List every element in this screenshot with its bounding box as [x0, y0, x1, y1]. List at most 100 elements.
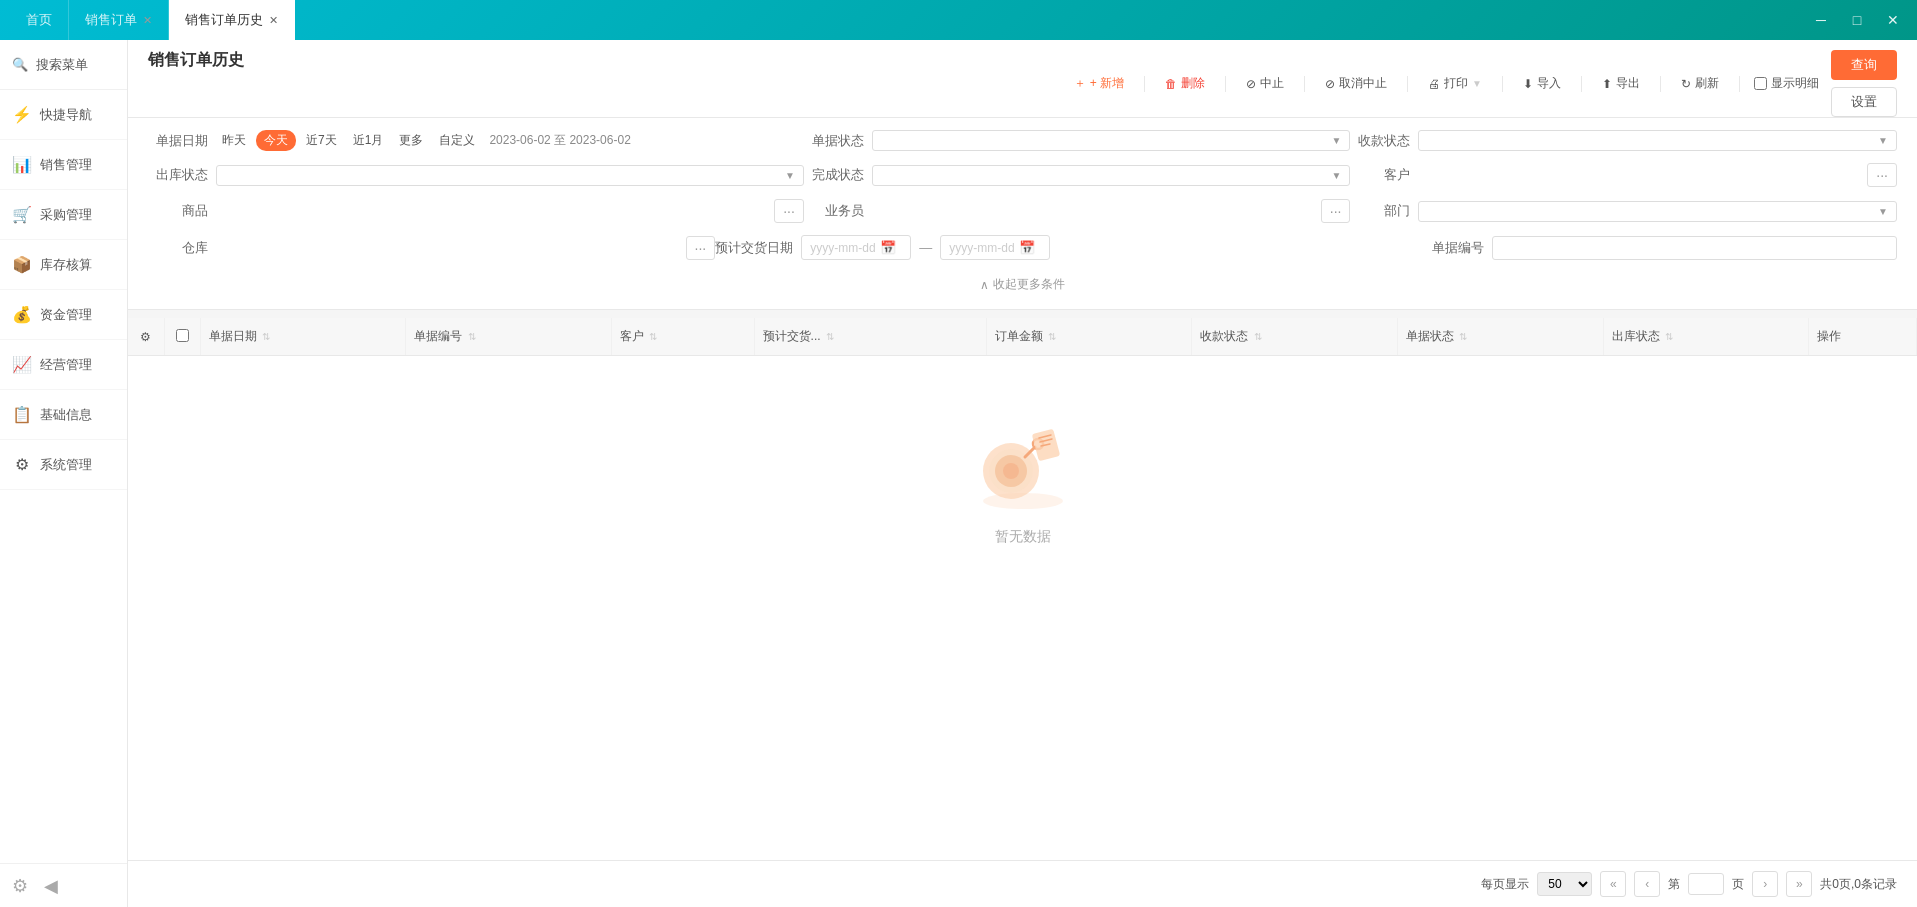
- sidebar-item-purchase-mgmt[interactable]: 🛒 采购管理: [0, 190, 127, 240]
- col-amount-sort[interactable]: ⇅: [1048, 331, 1056, 342]
- page-title: 销售订单历史: [148, 50, 244, 71]
- delete-btn[interactable]: 🗑 删除: [1159, 71, 1211, 96]
- doc-status-select[interactable]: ▼: [872, 130, 1351, 151]
- tab-sales-order-history-label: 销售订单历史: [185, 11, 263, 29]
- window-max-btn[interactable]: □: [1843, 6, 1871, 34]
- col-no-sort[interactable]: ⇅: [468, 331, 476, 342]
- date-tab-today[interactable]: 今天: [256, 130, 296, 151]
- filter-row-4: 仓库 ··· 预计交货日期 yyyy-mm-dd 📅 — yyyy: [148, 235, 1897, 260]
- col-date-sort[interactable]: ⇅: [262, 331, 270, 342]
- pagination-summary: 共0页,0条记录: [1820, 876, 1897, 893]
- table-area: ⚙ 单据日期 ⇅ 单据编号 ⇅: [128, 318, 1917, 860]
- sidebar-item-finance-label: 资金管理: [40, 306, 92, 324]
- select-all-checkbox[interactable]: [176, 329, 189, 342]
- page-size-select[interactable]: 50 10 20 100: [1537, 872, 1592, 896]
- date-tab-more[interactable]: 更多: [393, 130, 429, 151]
- col-delivery-sort[interactable]: ⇅: [826, 331, 834, 342]
- query-btn[interactable]: 查询: [1831, 50, 1897, 80]
- tab-sales-order-history[interactable]: 销售订单历史 ✕: [169, 0, 295, 40]
- col-operation: 操作: [1809, 318, 1917, 356]
- filter-area: 单据日期 昨天 今天 近7天 近1月 更多 自定义 2023-06-02 至 2…: [128, 118, 1917, 310]
- page-last-btn[interactable]: »: [1786, 871, 1812, 897]
- tab-home[interactable]: 首页: [10, 0, 69, 40]
- sidebar-item-quick-nav[interactable]: ⚡ 快捷导航: [0, 90, 127, 140]
- col-settings[interactable]: ⚙: [128, 318, 164, 356]
- col-payment-sort[interactable]: ⇅: [1254, 331, 1262, 342]
- settings-btn[interactable]: 设置: [1831, 87, 1897, 117]
- col-checkbox[interactable]: [164, 318, 200, 356]
- sidebar-collapse-icon[interactable]: ◀: [44, 875, 58, 897]
- sidebar-item-system[interactable]: ⚙ 系统管理: [0, 440, 127, 490]
- tab-sales-order[interactable]: 销售订单 ✕: [69, 0, 169, 40]
- sidebar-item-basic-info-label: 基础信息: [40, 406, 92, 424]
- warehouse-dots-btn[interactable]: ···: [686, 236, 716, 260]
- cancel-stop-btn[interactable]: ⊘ 取消中止: [1319, 71, 1393, 96]
- collapse-btn[interactable]: ∧ 收起更多条件: [976, 272, 1069, 297]
- date-tab-yesterday[interactable]: 昨天: [216, 130, 252, 151]
- dept-caret: ▼: [1878, 206, 1888, 217]
- print-btn[interactable]: 🖨 打印 ▼: [1422, 71, 1488, 96]
- tab-sales-order-close[interactable]: ✕: [143, 14, 152, 27]
- order-no-label: 单据编号: [1424, 239, 1484, 257]
- show-detail-checkbox[interactable]: 显示明细: [1754, 75, 1819, 92]
- col-delivery-status-sort[interactable]: ⇅: [1665, 331, 1673, 342]
- filter-complete-status: 完成状态 ▼: [804, 165, 1351, 186]
- page-first-btn[interactable]: «: [1600, 871, 1626, 897]
- date-tabs: 昨天 今天 近7天 近1月 更多 自定义: [216, 130, 481, 151]
- stop-btn[interactable]: ⊘ 中止: [1240, 71, 1290, 96]
- page-word: 页: [1732, 876, 1744, 893]
- empty-illustration: [963, 416, 1083, 516]
- window-min-btn[interactable]: ─: [1807, 6, 1835, 34]
- page-header: 销售订单历史 ＋ + 新增 🗑 删除 ⊘ 中止: [128, 40, 1917, 118]
- empty-state: 暂无数据: [128, 356, 1917, 606]
- filter-row-3: 商品 ··· 业务员 ··· 部门 ▼: [148, 199, 1897, 223]
- col-customer-sort[interactable]: ⇅: [649, 331, 657, 342]
- payment-status-select[interactable]: ▼: [1418, 130, 1897, 151]
- dept-select[interactable]: ▼: [1418, 201, 1897, 222]
- sidebar-search[interactable]: 🔍 搜索菜单: [0, 40, 127, 90]
- customer-control: ···: [1418, 163, 1897, 187]
- complete-status-select[interactable]: ▼: [872, 165, 1351, 186]
- import-btn[interactable]: ⬇ 导入: [1517, 71, 1567, 96]
- delivery-date-to[interactable]: yyyy-mm-dd 📅: [940, 235, 1050, 260]
- basic-info-icon: 📋: [12, 405, 32, 424]
- page-prev-btn[interactable]: ‹: [1634, 871, 1660, 897]
- sidebar-item-sales-mgmt[interactable]: 📊 销售管理: [0, 140, 127, 190]
- delivery-status-select[interactable]: ▼: [216, 165, 804, 186]
- customer-dots-btn[interactable]: ···: [1867, 163, 1897, 187]
- col-delivery-status: 出库状态 ⇅: [1603, 318, 1809, 356]
- delivery-date-label: 预计交货日期: [715, 239, 793, 257]
- date-tab-1month[interactable]: 近1月: [347, 130, 390, 151]
- order-no-input[interactable]: [1492, 236, 1897, 260]
- new-icon: ＋: [1074, 75, 1086, 92]
- sidebar-settings-icon[interactable]: ⚙: [12, 875, 28, 897]
- sidebar-item-inventory[interactable]: 📦 库存核算: [0, 240, 127, 290]
- filter-product: 商品 ···: [148, 199, 804, 223]
- page-input[interactable]: 1: [1688, 873, 1724, 895]
- export-btn[interactable]: ⬆ 导出: [1596, 71, 1646, 96]
- product-dots-btn[interactable]: ···: [774, 199, 804, 223]
- page-next-btn[interactable]: ›: [1752, 871, 1778, 897]
- delivery-date-control: yyyy-mm-dd 📅 — yyyy-mm-dd 📅: [801, 235, 1424, 260]
- col-doc-sort[interactable]: ⇅: [1459, 331, 1467, 342]
- sidebar-item-purchase-mgmt-label: 采购管理: [40, 206, 92, 224]
- window-close-btn[interactable]: ✕: [1879, 6, 1907, 34]
- date-tab-custom[interactable]: 自定义: [433, 130, 481, 151]
- warehouse-control: ···: [216, 236, 715, 260]
- new-btn[interactable]: ＋ + 新增: [1068, 71, 1130, 96]
- sidebar-item-basic-info[interactable]: 📋 基础信息: [0, 390, 127, 440]
- search-icon: 🔍: [12, 57, 28, 72]
- sidebar-item-operation[interactable]: 📈 经营管理: [0, 340, 127, 390]
- sidebar-item-finance[interactable]: 💰 资金管理: [0, 290, 127, 340]
- salesperson-dots-btn[interactable]: ···: [1321, 199, 1351, 223]
- refresh-btn[interactable]: ↻ 刷新: [1675, 71, 1725, 96]
- show-detail-input[interactable]: [1754, 77, 1767, 90]
- tab-sales-order-history-close[interactable]: ✕: [269, 14, 278, 27]
- delivery-date-from[interactable]: yyyy-mm-dd 📅: [801, 235, 911, 260]
- date-tab-7days[interactable]: 近7天: [300, 130, 343, 151]
- delete-icon: 🗑: [1165, 77, 1177, 91]
- delivery-status-caret: ▼: [785, 170, 795, 181]
- payment-status-caret: ▼: [1878, 135, 1888, 146]
- date-dash: —: [915, 240, 936, 255]
- col-delivery: 预计交货... ⇅: [754, 318, 986, 356]
